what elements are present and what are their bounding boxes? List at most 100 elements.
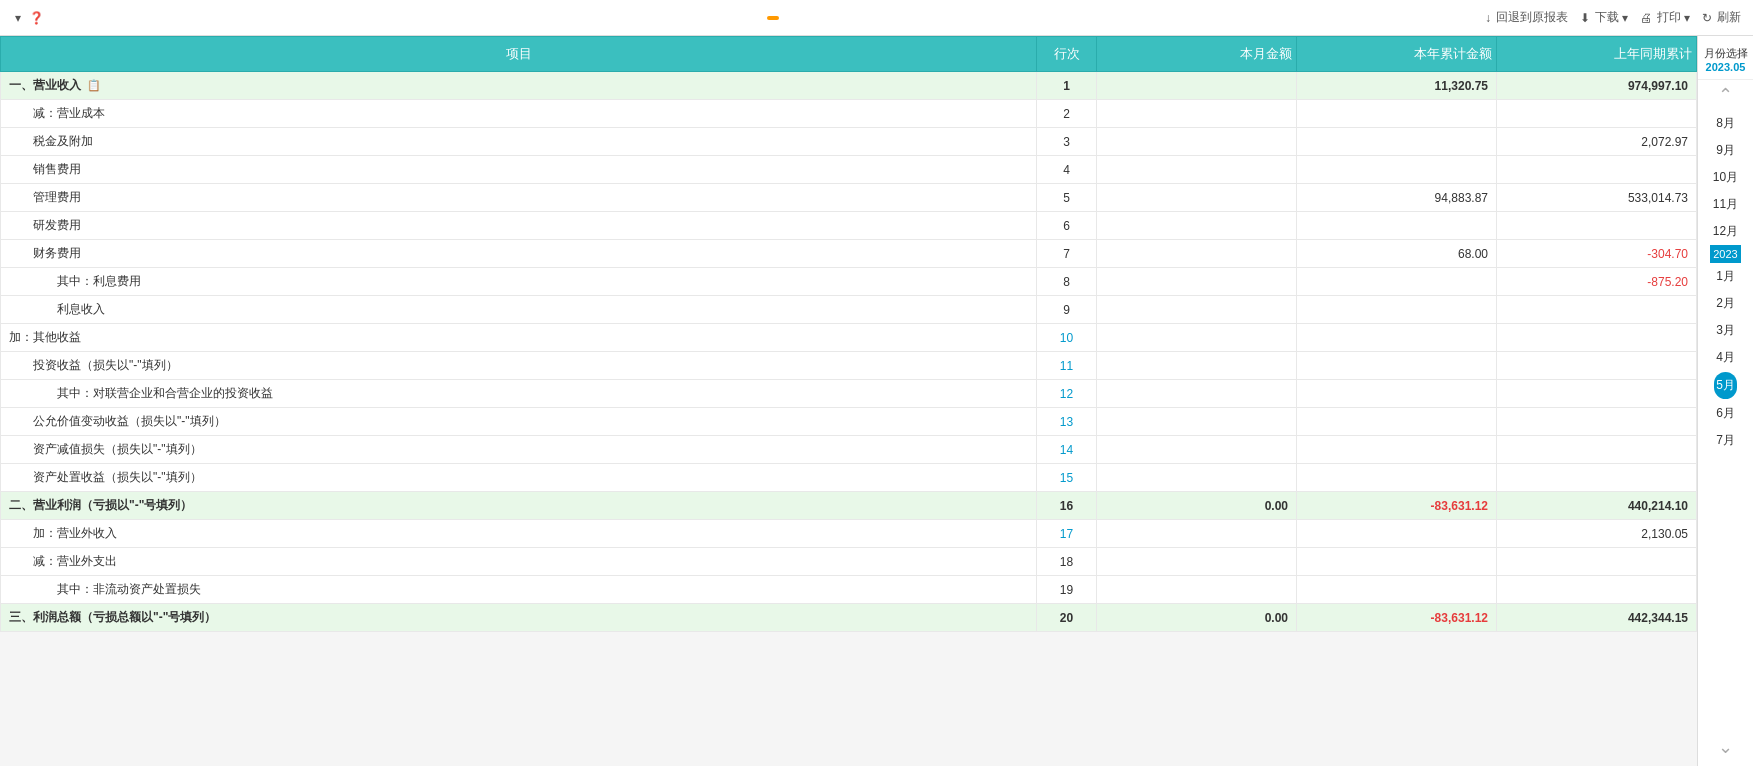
table-cell-prev: 533,014.73	[1497, 184, 1697, 212]
row-item-text: 其中：对联营企业和合营企业的投资收益	[9, 386, 273, 400]
table-cell-year	[1297, 324, 1497, 352]
table-cell-row: 6	[1037, 212, 1097, 240]
table-cell-row: 10	[1037, 324, 1097, 352]
table-cell-year	[1297, 436, 1497, 464]
table-cell-month	[1097, 128, 1297, 156]
sidebar-month-8月[interactable]: 8月	[1710, 110, 1741, 137]
btn-refresh[interactable]: ↻ 刷新	[1702, 9, 1741, 26]
table-cell-year: 11,320.75	[1297, 72, 1497, 100]
sidebar-year-display: 2023.05	[1700, 61, 1751, 73]
sidebar-header: 月份选择 2023.05	[1698, 40, 1753, 80]
table-cell-row: 17	[1037, 520, 1097, 548]
table-cell-year	[1297, 128, 1497, 156]
table-cell-month	[1097, 576, 1297, 604]
sidebar-month-1月[interactable]: 1月	[1710, 263, 1741, 290]
sidebar-month-3月[interactable]: 3月	[1710, 317, 1741, 344]
table-cell-prev	[1497, 212, 1697, 240]
table-cell-month	[1097, 408, 1297, 436]
table-cell-row: 15	[1037, 464, 1097, 492]
table-cell-month	[1097, 324, 1297, 352]
refresh-icon: ↻	[1702, 11, 1712, 25]
cell-prev: 442,344.15	[1628, 611, 1688, 625]
header-row: 行次	[1037, 37, 1097, 72]
chevron-down-icon2: ▾	[1684, 11, 1690, 25]
table-cell-row: 1	[1037, 72, 1097, 100]
sidebar-month-2月[interactable]: 2月	[1710, 290, 1741, 317]
table-cell-prev: -875.20	[1497, 268, 1697, 296]
cell-year: 68.00	[1458, 247, 1488, 261]
dropdown-arrow-icon: ▾	[15, 11, 21, 25]
cell-prev: 2,130.05	[1641, 527, 1688, 541]
row-item-text: 一、营业收入	[9, 78, 81, 92]
table-cell-row: 20	[1037, 604, 1097, 632]
nav-up-icon[interactable]: ⌃	[1714, 80, 1737, 110]
top-bar: ▾ ❓ ↓ 回退到原报表 ⬇ 下载 ▾ 🖨 打印 ▾ ↻ 刷新	[0, 0, 1753, 36]
table-cell-month: 0.00	[1097, 492, 1297, 520]
table-cell-item: 研发费用	[1, 212, 1037, 240]
cell-year: 94,883.87	[1435, 191, 1488, 205]
sidebar-month-5月[interactable]: 5月	[1714, 372, 1737, 399]
download-icon: ⬇	[1580, 11, 1590, 25]
row-item-text: 二、营业利润（亏损以"-"号填列）	[9, 498, 192, 512]
chevron-down-icon: ▾	[1622, 11, 1628, 25]
table-cell-month	[1097, 296, 1297, 324]
month-sidebar: 月份选择 2023.05 ⌃ 8月9月10月11月12月20231月2月3月4月…	[1697, 36, 1753, 766]
btn-download[interactable]: ⬇ 下载 ▾	[1580, 9, 1628, 26]
table-cell-month	[1097, 184, 1297, 212]
table-cell-prev	[1497, 548, 1697, 576]
sidebar-month-9月[interactable]: 9月	[1710, 137, 1741, 164]
sidebar-month-11月[interactable]: 11月	[1710, 191, 1741, 218]
table-cell-row: 8	[1037, 268, 1097, 296]
sidebar-month-4月[interactable]: 4月	[1710, 344, 1741, 371]
table-cell-month	[1097, 268, 1297, 296]
sidebar-month-6月[interactable]: 6月	[1710, 400, 1741, 427]
table-cell-item: 公允价值变动收益（损失以"-"填列）	[1, 408, 1037, 436]
table-cell-month	[1097, 548, 1297, 576]
sidebar-title: 月份选择	[1700, 46, 1751, 61]
table-cell-prev	[1497, 464, 1697, 492]
row-item-text: 财务费用	[9, 246, 81, 260]
table-cell-item: 加：营业外收入	[1, 520, 1037, 548]
edit-icon[interactable]: 📋	[87, 79, 101, 91]
row-item-text: 利息收入	[9, 302, 105, 316]
status-badge	[767, 16, 779, 20]
table-cell-prev	[1497, 576, 1697, 604]
top-bar-left: ▾ ❓	[12, 11, 44, 25]
table-cell-month	[1097, 156, 1297, 184]
table-cell-item: 减：营业外支出	[1, 548, 1037, 576]
table-cell-row: 2	[1037, 100, 1097, 128]
row-item-text: 加：营业外收入	[9, 526, 117, 540]
sidebar-month-10月[interactable]: 10月	[1710, 164, 1741, 191]
table-cell-item: 税金及附加	[1, 128, 1037, 156]
top-bar-center	[751, 16, 779, 20]
cell-prev: 974,997.10	[1628, 79, 1688, 93]
dropdown-all[interactable]: ▾	[12, 11, 21, 25]
table-cell-year: 94,883.87	[1297, 184, 1497, 212]
table-cell-month	[1097, 100, 1297, 128]
table-cell-row: 11	[1037, 352, 1097, 380]
sidebar-month-12月[interactable]: 12月	[1710, 218, 1741, 245]
table-cell-row: 3	[1037, 128, 1097, 156]
row-item-text: 减：营业成本	[9, 106, 105, 120]
row-item-text: 资产处置收益（损失以"-"填列）	[9, 470, 202, 484]
header-prev: 上年同期累计	[1497, 37, 1697, 72]
table-cell-item: 资产处置收益（损失以"-"填列）	[1, 464, 1037, 492]
nav-down-icon[interactable]: ⌄	[1714, 732, 1737, 762]
btn-back[interactable]: ↓ 回退到原报表	[1485, 9, 1568, 26]
table-cell-row: 18	[1037, 548, 1097, 576]
table-cell-month	[1097, 352, 1297, 380]
table-area: 项目 行次 本月金额 本年累计金额 上年同期累计 一、营业收入📋 1 11,32…	[0, 36, 1697, 766]
row-item-text: 其中：非流动资产处置损失	[9, 582, 201, 596]
sidebar-month-7月[interactable]: 7月	[1710, 427, 1741, 454]
btn-print[interactable]: 🖨 打印 ▾	[1640, 9, 1690, 26]
table-cell-prev	[1497, 352, 1697, 380]
row-item-text: 税金及附加	[9, 134, 93, 148]
header-year: 本年累计金额	[1297, 37, 1497, 72]
table-cell-prev: 442,344.15	[1497, 604, 1697, 632]
table-cell-prev: -304.70	[1497, 240, 1697, 268]
row-item-text: 减：营业外支出	[9, 554, 117, 568]
table-cell-year	[1297, 520, 1497, 548]
cell-month: 0.00	[1265, 499, 1288, 513]
help-icon[interactable]: ❓	[29, 11, 44, 25]
table-cell-row: 14	[1037, 436, 1097, 464]
